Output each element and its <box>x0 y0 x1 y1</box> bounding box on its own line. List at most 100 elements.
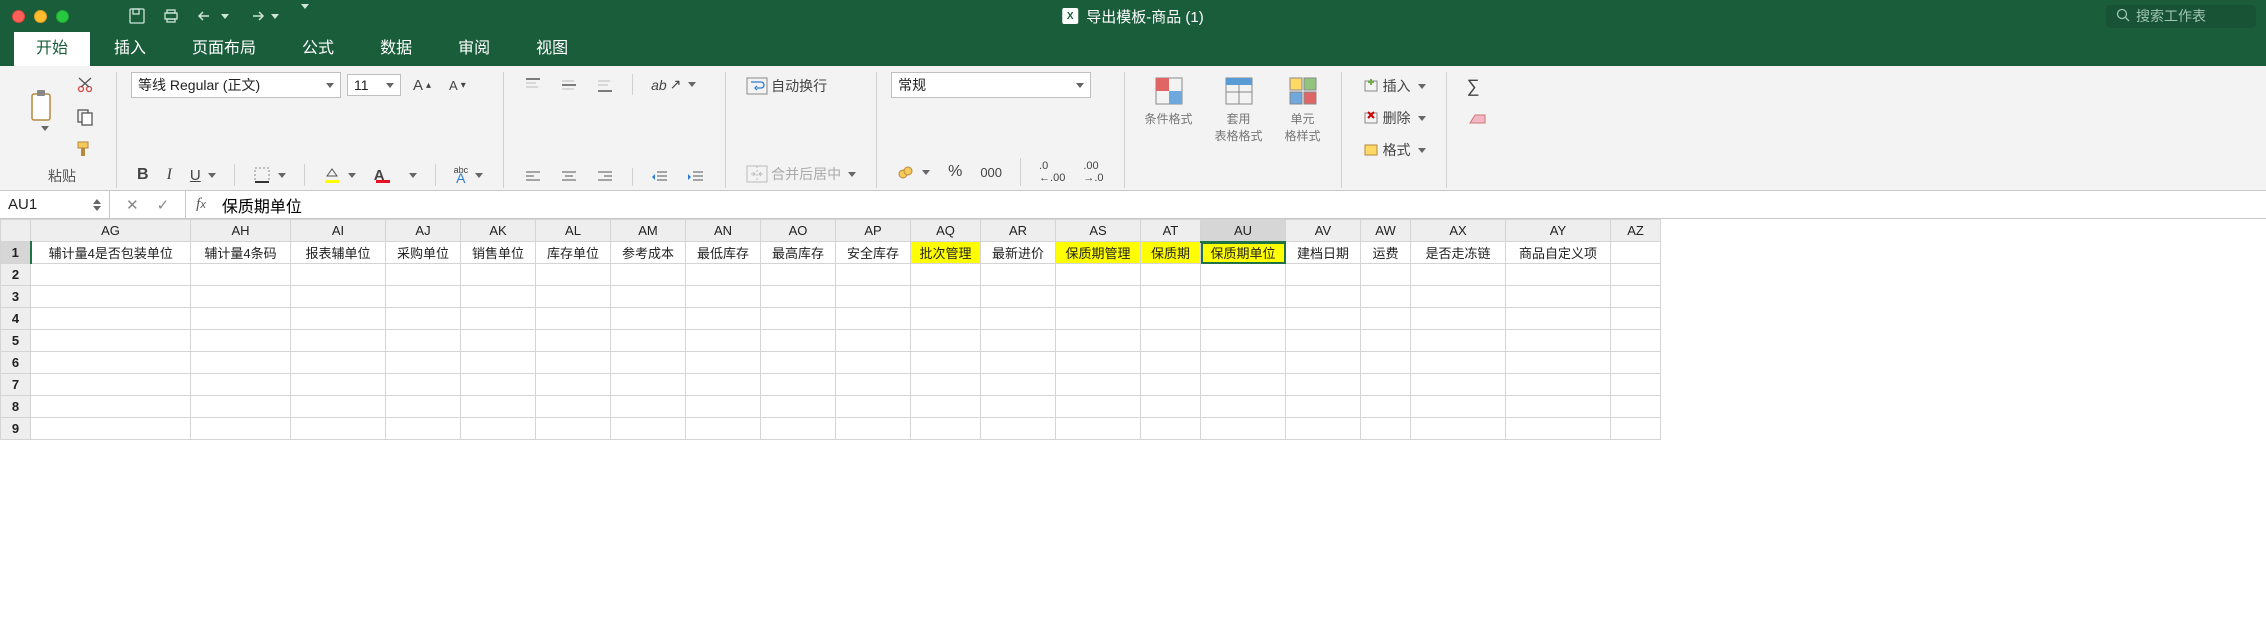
cell[interactable] <box>1056 352 1141 374</box>
cell[interactable]: 保质期单位 <box>1201 242 1286 264</box>
number-format-select[interactable]: 常规 <box>891 72 1091 98</box>
cell[interactable]: 最低库存 <box>686 242 761 264</box>
merge-center-button[interactable]: 合并后居中 <box>740 160 862 188</box>
insert-cells-button[interactable]: 插入 <box>1356 72 1432 100</box>
cell[interactable] <box>686 418 761 440</box>
align-left-icon[interactable] <box>518 166 548 188</box>
cell[interactable] <box>1611 352 1661 374</box>
cell[interactable] <box>1506 352 1611 374</box>
cell[interactable]: 是否走冻链 <box>1411 242 1506 264</box>
column-header[interactable]: AS <box>1056 220 1141 242</box>
cell[interactable] <box>1056 264 1141 286</box>
cell[interactable] <box>536 352 611 374</box>
cell[interactable] <box>761 286 836 308</box>
cell[interactable] <box>1506 330 1611 352</box>
cell[interactable] <box>1611 418 1661 440</box>
cell[interactable] <box>686 308 761 330</box>
cell[interactable] <box>291 352 386 374</box>
cell[interactable] <box>761 374 836 396</box>
cell[interactable] <box>1056 374 1141 396</box>
cell[interactable] <box>386 286 461 308</box>
font-size-select[interactable]: 11 <box>347 74 401 96</box>
cell[interactable] <box>911 264 981 286</box>
undo-icon[interactable] <box>197 9 229 23</box>
clear-button[interactable] <box>1461 107 1493 129</box>
cell[interactable] <box>981 352 1056 374</box>
column-header[interactable]: AP <box>836 220 911 242</box>
column-header[interactable]: AU <box>1201 220 1286 242</box>
increase-font-icon[interactable]: A▴ <box>407 73 437 98</box>
cell[interactable] <box>1411 264 1506 286</box>
cell[interactable] <box>1141 286 1201 308</box>
cell[interactable] <box>1411 352 1506 374</box>
cell[interactable] <box>536 396 611 418</box>
column-header[interactable]: AO <box>761 220 836 242</box>
row-header[interactable]: 6 <box>1 352 31 374</box>
cell[interactable]: 辅计量4条码 <box>191 242 291 264</box>
cell[interactable] <box>1611 374 1661 396</box>
cell[interactable] <box>461 330 536 352</box>
row-header[interactable]: 9 <box>1 418 31 440</box>
cell[interactable] <box>536 374 611 396</box>
name-box[interactable]: AU1 <box>0 191 110 218</box>
cell[interactable] <box>611 264 686 286</box>
cell[interactable] <box>611 330 686 352</box>
column-header[interactable]: AW <box>1361 220 1411 242</box>
cell[interactable] <box>1201 286 1286 308</box>
fullscreen-window-icon[interactable] <box>56 10 69 23</box>
cell[interactable]: 最新进价 <box>981 242 1056 264</box>
cell[interactable] <box>536 418 611 440</box>
cell[interactable] <box>1506 374 1611 396</box>
row-header[interactable]: 7 <box>1 374 31 396</box>
cell[interactable] <box>31 418 191 440</box>
currency-button[interactable] <box>891 160 936 184</box>
cell[interactable] <box>911 418 981 440</box>
cell[interactable]: 运费 <box>1361 242 1411 264</box>
cell[interactable] <box>386 264 461 286</box>
cell[interactable] <box>981 374 1056 396</box>
cell[interactable] <box>1611 242 1661 264</box>
cell[interactable] <box>836 396 911 418</box>
cell[interactable] <box>1361 330 1411 352</box>
cell[interactable] <box>1286 286 1361 308</box>
cell[interactable] <box>1361 418 1411 440</box>
cancel-formula-icon[interactable]: ✕ <box>126 196 139 214</box>
cell[interactable]: 辅计量4是否包装单位 <box>31 242 191 264</box>
cell[interactable]: 保质期管理 <box>1056 242 1141 264</box>
accept-formula-icon[interactable]: ✓ <box>157 196 170 214</box>
cell[interactable] <box>836 352 911 374</box>
cell[interactable] <box>386 374 461 396</box>
column-header[interactable]: AT <box>1141 220 1201 242</box>
cell[interactable] <box>461 352 536 374</box>
cell[interactable] <box>981 264 1056 286</box>
cell[interactable] <box>1201 418 1286 440</box>
decrease-font-icon[interactable]: A▾ <box>443 74 472 97</box>
cell[interactable] <box>191 396 291 418</box>
cell[interactable] <box>1141 396 1201 418</box>
tab-视图[interactable]: 视图 <box>514 26 590 66</box>
tab-页面布局[interactable]: 页面布局 <box>170 26 278 66</box>
cell[interactable] <box>836 418 911 440</box>
cell[interactable] <box>981 308 1056 330</box>
cell[interactable]: 建档日期 <box>1286 242 1361 264</box>
cell[interactable]: 最高库存 <box>761 242 836 264</box>
search-input[interactable] <box>2136 8 2246 24</box>
cell[interactable] <box>461 308 536 330</box>
cell[interactable] <box>386 418 461 440</box>
cell[interactable] <box>1201 396 1286 418</box>
cell[interactable] <box>1286 308 1361 330</box>
cell[interactable] <box>31 264 191 286</box>
border-button[interactable] <box>247 162 292 188</box>
column-header[interactable]: AX <box>1411 220 1506 242</box>
cell[interactable] <box>291 286 386 308</box>
cell[interactable] <box>191 352 291 374</box>
copy-button[interactable] <box>70 104 102 130</box>
font-color-button[interactable]: A <box>368 163 423 188</box>
cell[interactable] <box>1201 308 1286 330</box>
cell[interactable] <box>686 286 761 308</box>
column-header[interactable]: AQ <box>911 220 981 242</box>
cell[interactable]: 参考成本 <box>611 242 686 264</box>
cell[interactable] <box>981 418 1056 440</box>
cell[interactable] <box>911 330 981 352</box>
cell[interactable]: 商品自定义项 <box>1506 242 1611 264</box>
